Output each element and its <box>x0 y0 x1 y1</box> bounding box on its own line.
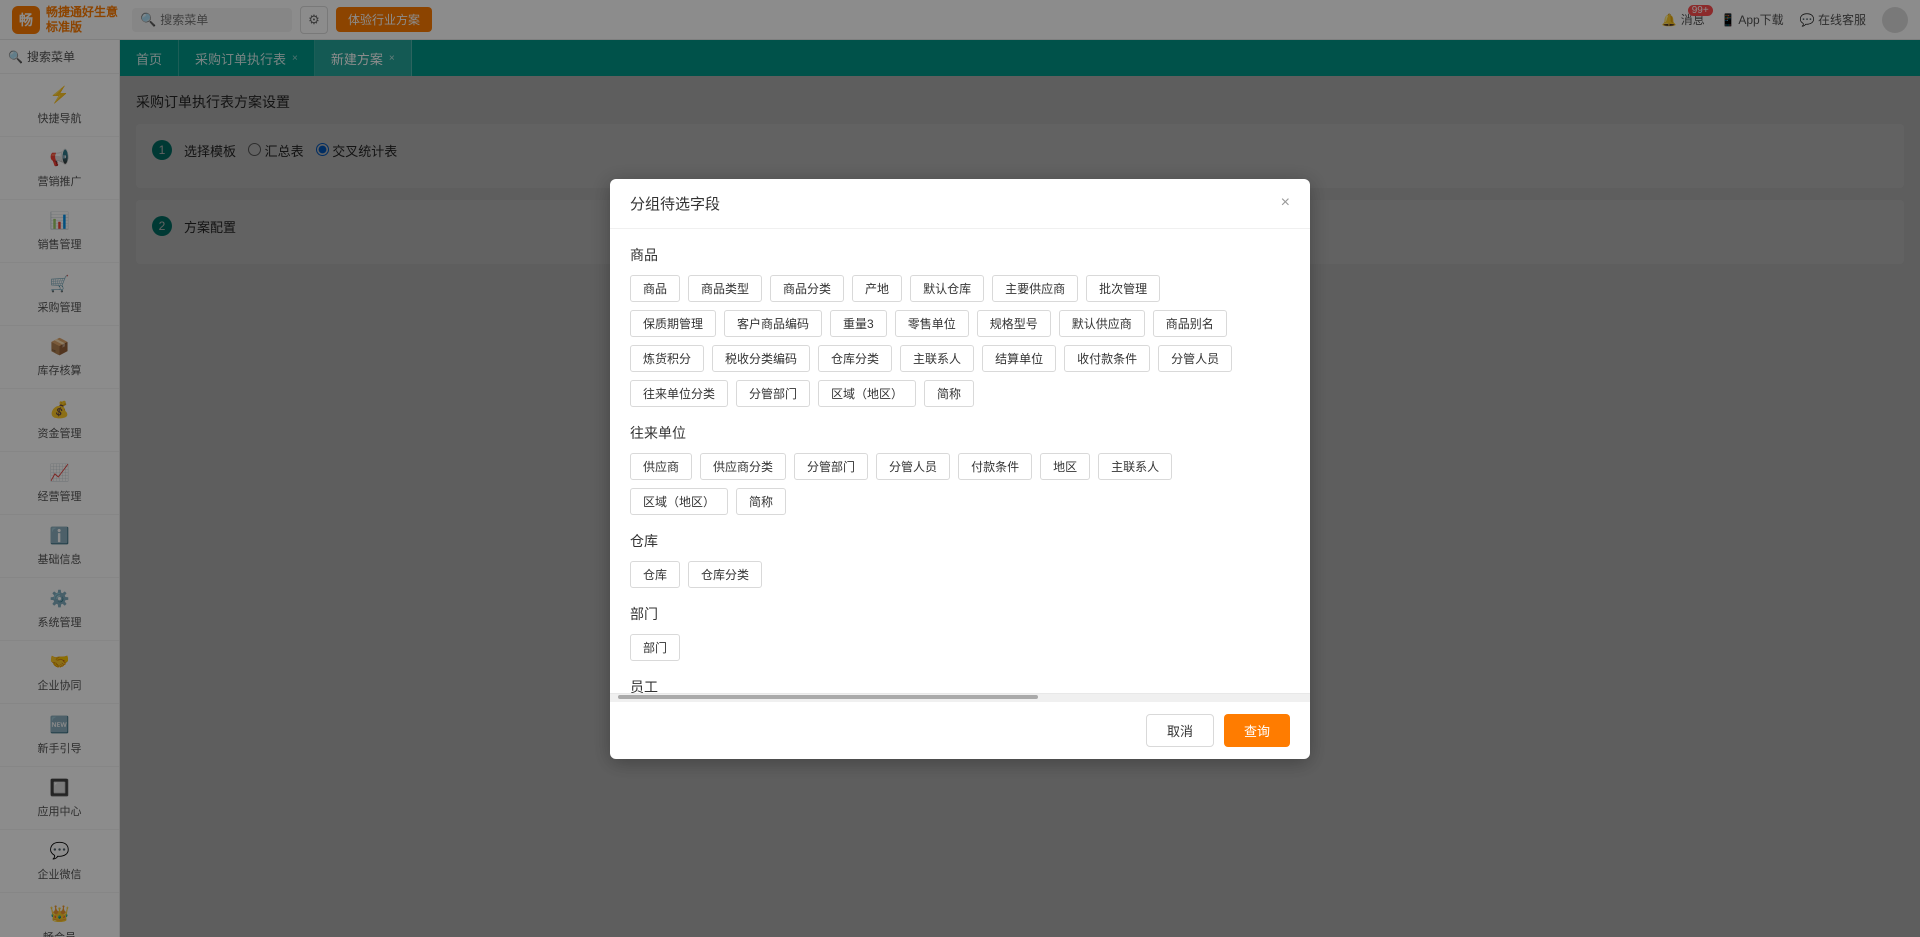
field-tag-goods-4[interactable]: 默认仓库 <box>910 275 984 302</box>
field-tags-partner: 供应商 供应商分类 分管部门 分管人员 付款条件 地区 主联系人 <box>630 453 1290 480</box>
field-tag-goods-14[interactable]: 炼货积分 <box>630 345 704 372</box>
field-tag-goods-11[interactable]: 规格型号 <box>977 310 1051 337</box>
modal-body[interactable]: 商品 商品 商品类型 商品分类 产地 默认仓库 主要供应商 批次管理 保质期管理… <box>610 229 1310 693</box>
section-title-goods: 商品 <box>630 245 1290 265</box>
field-tag-partner-8[interactable]: 简称 <box>736 488 786 515</box>
field-tags-goods: 商品 商品类型 商品分类 产地 默认仓库 主要供应商 批次管理 <box>630 275 1290 302</box>
modal-hscroll[interactable] <box>610 693 1310 701</box>
field-tags-warehouse: 仓库 仓库分类 <box>630 561 1290 588</box>
field-tag-goods-22[interactable]: 分管部门 <box>736 380 810 407</box>
modal-overlay: 分组待选字段 × 商品 商品 商品类型 商品分类 产地 默认仓库 主要供应商 批… <box>0 0 1920 937</box>
field-tag-goods-3[interactable]: 产地 <box>852 275 902 302</box>
field-tag-goods-18[interactable]: 结算单位 <box>982 345 1056 372</box>
field-tag-goods-20[interactable]: 分管人员 <box>1158 345 1232 372</box>
field-tag-goods-1[interactable]: 商品类型 <box>688 275 762 302</box>
field-tag-goods-13[interactable]: 商品别名 <box>1153 310 1227 337</box>
section-title-staff: 员工 <box>630 677 1290 693</box>
field-tag-partner-1[interactable]: 供应商分类 <box>700 453 786 480</box>
field-tag-goods-2[interactable]: 商品分类 <box>770 275 844 302</box>
confirm-button[interactable]: 查询 <box>1224 714 1290 747</box>
field-tag-goods-0[interactable]: 商品 <box>630 275 680 302</box>
field-tag-goods-23[interactable]: 区域（地区） <box>818 380 916 407</box>
modal-footer: 取消 查询 <box>610 701 1310 759</box>
modal-header: 分组待选字段 × <box>610 179 1310 229</box>
field-tags-goods-3: 炼货积分 税收分类编码 仓库分类 主联系人 结算单位 收付款条件 分管人员 <box>630 345 1290 372</box>
field-tag-partner-0[interactable]: 供应商 <box>630 453 692 480</box>
field-tag-partner-2[interactable]: 分管部门 <box>794 453 868 480</box>
field-tag-goods-21[interactable]: 往来单位分类 <box>630 380 728 407</box>
field-tag-goods-12[interactable]: 默认供应商 <box>1059 310 1145 337</box>
modal-close-button[interactable]: × <box>1281 194 1290 212</box>
field-tags-goods-4: 往来单位分类 分管部门 区域（地区） 简称 <box>630 380 1290 407</box>
field-tag-dept-0[interactable]: 部门 <box>630 634 680 661</box>
section-title-warehouse: 仓库 <box>630 531 1290 551</box>
section-title-partner: 往来单位 <box>630 423 1290 443</box>
field-tag-warehouse-1[interactable]: 仓库分类 <box>688 561 762 588</box>
field-tag-goods-7[interactable]: 保质期管理 <box>630 310 716 337</box>
field-tag-goods-19[interactable]: 收付款条件 <box>1064 345 1150 372</box>
field-tag-goods-8[interactable]: 客户商品编码 <box>724 310 822 337</box>
field-tag-partner-6[interactable]: 主联系人 <box>1098 453 1172 480</box>
field-tag-goods-16[interactable]: 仓库分类 <box>818 345 892 372</box>
modal-title: 分组待选字段 <box>630 193 720 214</box>
field-tag-goods-6[interactable]: 批次管理 <box>1086 275 1160 302</box>
field-tag-goods-24[interactable]: 简称 <box>924 380 974 407</box>
section-title-dept: 部门 <box>630 604 1290 624</box>
field-tag-partner-7[interactable]: 区域（地区） <box>630 488 728 515</box>
field-tags-partner-2: 区域（地区） 简称 <box>630 488 1290 515</box>
cancel-button[interactable]: 取消 <box>1146 714 1214 747</box>
field-tag-warehouse-0[interactable]: 仓库 <box>630 561 680 588</box>
field-tag-goods-9[interactable]: 重量3 <box>830 310 887 337</box>
field-tag-goods-5[interactable]: 主要供应商 <box>992 275 1078 302</box>
field-tag-goods-17[interactable]: 主联系人 <box>900 345 974 372</box>
field-tags-dept: 部门 <box>630 634 1290 661</box>
field-tag-goods-10[interactable]: 零售单位 <box>895 310 969 337</box>
field-tag-partner-4[interactable]: 付款条件 <box>958 453 1032 480</box>
modal-dialog: 分组待选字段 × 商品 商品 商品类型 商品分类 产地 默认仓库 主要供应商 批… <box>610 179 1310 759</box>
field-tag-partner-3[interactable]: 分管人员 <box>876 453 950 480</box>
field-tag-goods-15[interactable]: 税收分类编码 <box>712 345 810 372</box>
field-tags-goods-2: 保质期管理 客户商品编码 重量3 零售单位 规格型号 默认供应商 商品别名 <box>630 310 1290 337</box>
field-tag-partner-5[interactable]: 地区 <box>1040 453 1090 480</box>
